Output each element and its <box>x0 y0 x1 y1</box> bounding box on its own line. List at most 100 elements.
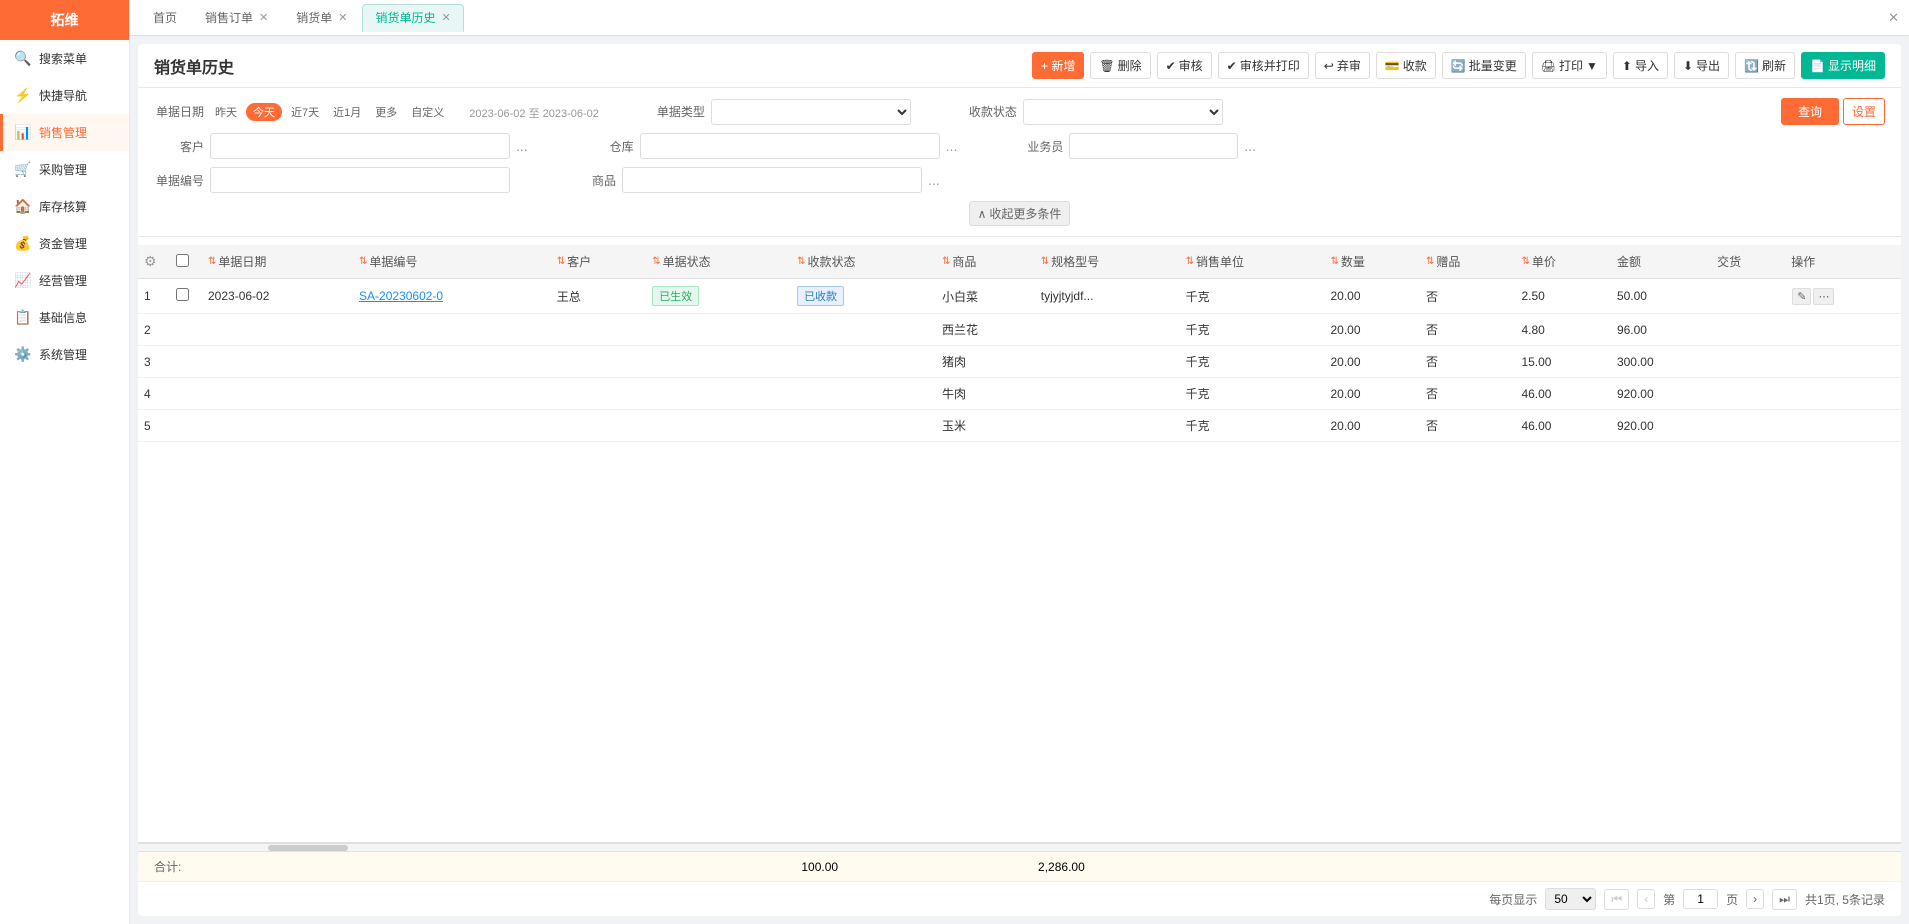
scrollbar-thumb[interactable] <box>268 845 348 851</box>
filter-query-buttons: 查询 设置 <box>1781 98 1885 125</box>
sort-goods[interactable]: ⇅ 商品 <box>942 253 1029 270</box>
last-page-button[interactable]: ⏭ <box>1772 889 1797 910</box>
cell-customer <box>551 314 646 346</box>
customer-label: 客户 <box>154 138 204 155</box>
next-page-button[interactable]: › <box>1746 889 1764 909</box>
sidebar-item-base-info[interactable]: 📋 基础信息 <box>0 299 129 336</box>
tab-sales-delivery-close[interactable]: ✕ <box>338 11 347 24</box>
tab-sales-history-close[interactable]: ✕ <box>442 11 451 24</box>
batch-change-button[interactable]: 🔄 批量变更 <box>1442 52 1526 79</box>
sort-icon: ⇅ <box>797 256 805 267</box>
cell-checkbox[interactable] <box>170 346 202 378</box>
cell-checkbox[interactable] <box>170 378 202 410</box>
customer-input[interactable] <box>210 133 510 159</box>
tab-sales-delivery[interactable]: 销货单 ✕ <box>283 4 360 32</box>
collapse-button[interactable]: ∧ 收起更多条件 <box>969 201 1071 226</box>
more-action-btn[interactable]: ⋯ <box>1813 288 1834 305</box>
sort-gift[interactable]: ⇅ 赠品 <box>1426 253 1509 270</box>
col-gift: ⇅ 赠品 <box>1420 245 1515 279</box>
date-btn-yesterday[interactable]: 昨天 <box>210 103 242 121</box>
sidebar-item-sales[interactable]: 📊 销售管理 <box>0 114 129 151</box>
abandon-button[interactable]: ↩ 弃审 <box>1315 52 1370 79</box>
warehouse-dots[interactable]: ... <box>946 138 958 154</box>
sort-payment-status[interactable]: ⇅ 收款状态 <box>797 253 930 270</box>
sort-quantity[interactable]: ⇅ 数量 <box>1330 253 1413 270</box>
sidebar-item-finance[interactable]: 💰 资金管理 <box>0 225 129 262</box>
inventory-icon: 🏠 <box>15 199 31 215</box>
tab-sales-order[interactable]: 销售订单 ✕ <box>192 4 281 32</box>
select-all-checkbox[interactable] <box>176 254 189 267</box>
settings-button[interactable]: 设置 <box>1843 98 1885 125</box>
tab-close-all[interactable]: ✕ <box>1888 10 1899 26</box>
doc-no-input[interactable] <box>210 167 510 193</box>
sort-spec[interactable]: ⇅ 规格型号 <box>1041 253 1174 270</box>
salesperson-dots[interactable]: ... <box>1244 138 1256 154</box>
goods-dots[interactable]: ... <box>928 172 940 188</box>
cell-row-num: 3 <box>138 346 170 378</box>
first-page-button[interactable]: ⏮ <box>1604 889 1629 910</box>
cell-gift: 否 <box>1420 314 1515 346</box>
date-btn-today[interactable]: 今天 <box>246 103 282 121</box>
audit-button[interactable]: ✔ 审核 <box>1157 52 1212 79</box>
cell-doc-date <box>202 314 353 346</box>
settings-icon[interactable]: ⚙ <box>144 253 157 269</box>
show-detail-button[interactable]: 📄 显示明细 <box>1801 52 1885 79</box>
date-btn-7days[interactable]: 近7天 <box>286 103 324 121</box>
page-size-select[interactable]: 50 100 <box>1545 888 1596 910</box>
edit-action-btn[interactable]: ✎ <box>1792 288 1811 305</box>
cell-payment-status <box>791 314 936 346</box>
sidebar-item-operations[interactable]: 📈 经营管理 <box>0 262 129 299</box>
payment-status-select[interactable] <box>1023 99 1223 125</box>
doc-type-select[interactable] <box>711 99 911 125</box>
delete-button[interactable]: 🗑 删除 <box>1090 52 1150 79</box>
query-button[interactable]: 查询 <box>1781 98 1839 125</box>
new-button[interactable]: + 新增 <box>1032 52 1084 79</box>
warehouse-input[interactable] <box>640 133 940 159</box>
prev-page-button[interactable]: ‹ <box>1637 889 1655 909</box>
cell-payment-status <box>791 378 936 410</box>
goods-input[interactable] <box>622 167 922 193</box>
col-doc-date: ⇅ 单据日期 <box>202 245 353 279</box>
sidebar-item-sys-mgmt[interactable]: ⚙️ 系统管理 <box>0 336 129 373</box>
tab-sales-order-close[interactable]: ✕ <box>259 11 268 24</box>
date-btn-more[interactable]: 更多 <box>370 103 402 121</box>
cell-quantity: 20.00 <box>1324 346 1419 378</box>
table-section: ⚙ ⇅ 单据日期 <box>138 245 1901 842</box>
tab-sales-history[interactable]: 销货单历史 ✕ <box>362 4 463 32</box>
sort-doc-no[interactable]: ⇅ 单据编号 <box>359 253 545 270</box>
cell-doc-no <box>353 378 551 410</box>
customer-dots[interactable]: ... <box>516 138 528 154</box>
sort-sales-unit[interactable]: ⇅ 销售单位 <box>1186 253 1319 270</box>
scrollbar-area[interactable] <box>138 843 1901 851</box>
doc-no-link[interactable]: SA-20230602-0 <box>359 289 443 303</box>
sidebar-item-purchase[interactable]: 🛒 采购管理 <box>0 151 129 188</box>
cell-checkbox[interactable] <box>170 279 202 314</box>
print-button[interactable]: 🖨 打印 ▼ <box>1532 52 1607 79</box>
sort-customer[interactable]: ⇅ 客户 <box>557 253 640 270</box>
sidebar-item-search[interactable]: 🔍 搜索菜单 <box>0 40 129 77</box>
audit-print-button[interactable]: ✔ 审核并打印 <box>1218 52 1309 79</box>
page-number-input[interactable] <box>1683 889 1718 909</box>
cell-checkbox[interactable] <box>170 314 202 346</box>
sidebar-item-inventory[interactable]: 🏠 库存核算 <box>0 188 129 225</box>
sort-doc-date[interactable]: ⇅ 单据日期 <box>208 253 347 270</box>
cell-gift: 否 <box>1420 279 1515 314</box>
cell-spec <box>1035 378 1180 410</box>
cell-sales-unit: 千克 <box>1180 378 1325 410</box>
sidebar-item-quick-nav[interactable]: ⚡ 快捷导航 <box>0 77 129 114</box>
cell-checkbox[interactable] <box>170 410 202 442</box>
date-btn-custom[interactable]: 自定义 <box>406 103 449 121</box>
tab-home[interactable]: 首页 <box>140 4 190 32</box>
refresh-button[interactable]: 🔃 刷新 <box>1735 52 1795 79</box>
cell-transaction <box>1711 279 1785 314</box>
import-button[interactable]: ⬆ 导入 <box>1613 52 1668 79</box>
col-quantity: ⇅ 数量 <box>1324 245 1419 279</box>
print-dropdown-icon: ▼ <box>1586 59 1598 73</box>
audit-print-icon: ✔ <box>1227 59 1237 73</box>
sort-doc-status[interactable]: ⇅ 单据状态 <box>652 253 785 270</box>
export-button[interactable]: ⬇ 导出 <box>1674 52 1729 79</box>
date-btn-1month[interactable]: 近1月 <box>328 103 366 121</box>
sort-unit-price[interactable]: ⇅ 单价 <box>1521 253 1604 270</box>
collect-button[interactable]: 💳 收款 <box>1376 52 1436 79</box>
salesperson-input[interactable] <box>1069 133 1238 159</box>
